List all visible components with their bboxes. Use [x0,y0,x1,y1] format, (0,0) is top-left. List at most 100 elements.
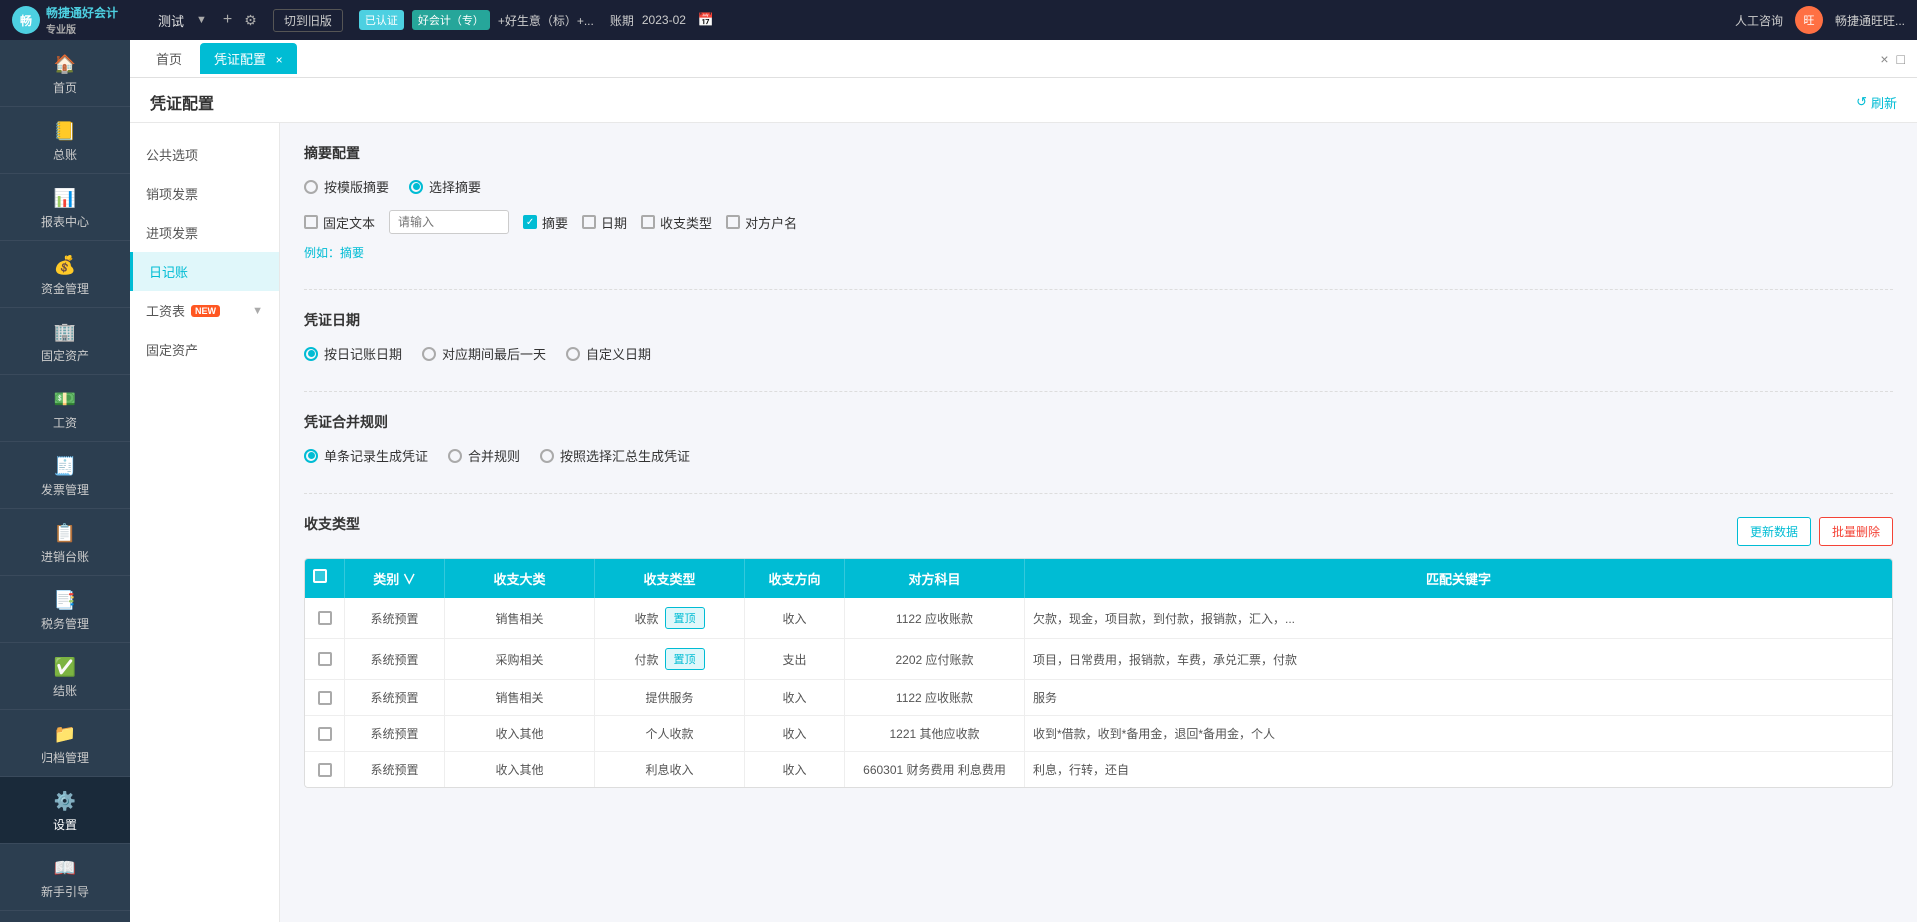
col-checkbox[interactable] [305,559,345,598]
cb-fixed-text[interactable]: 固定文本 [304,213,375,232]
row-3-checkbox[interactable] [318,691,332,705]
sidebar-label-ledger: 总账 [53,146,77,163]
cb-summary[interactable]: ✓ 摘要 [523,213,568,232]
expand-icon[interactable]: ▼ [252,305,263,317]
table-row: 系统预置 销售相关 收款 置顶 收入 1122 应收账款 欠款，现金，项目款，到… [305,598,1892,639]
fixed-text-input[interactable] [389,210,509,234]
calendar-icon[interactable]: 📅 [698,12,714,28]
sidebar-item-ledger[interactable]: 📒 总账 [0,107,130,174]
home-icon: 🏠 [54,54,76,75]
tab-home[interactable]: 首页 [142,43,196,74]
select-all-checkbox[interactable] [313,569,327,583]
radio-period-last[interactable]: 对应期间最后一天 [422,344,546,363]
batch-delete-btn[interactable]: 批量删除 [1819,517,1893,546]
top-tag-1[interactable]: 置顶 [665,607,705,629]
radio-custom-date-circle [566,347,580,361]
cell-checkbox-3[interactable] [305,680,345,715]
cb-summary-label: 摘要 [542,213,568,232]
cb-date-label: 日期 [601,213,627,232]
page-title: 凭证配置 [150,90,214,114]
sidebar-item-member[interactable]: 👑 畅会员 [0,911,130,922]
sidebar-item-salary[interactable]: 💵 工资 [0,375,130,442]
section-top-actions: 收支类型 更新数据 批量删除 [304,514,1893,548]
cell-sub-3: 提供服务 [595,680,745,715]
cell-account-4: 1221 其他应收款 [845,716,1025,751]
col-account: 对方科目 [845,559,1025,598]
row-4-checkbox[interactable] [318,727,332,741]
top-tag-2[interactable]: 置顶 [665,648,705,670]
example-value: 摘要 [340,246,364,260]
nav-item-sales-invoice[interactable]: 销项发票 [130,174,279,213]
user-avatar[interactable]: 旺 [1795,6,1823,34]
window-close-btn[interactable]: × [1880,51,1888,67]
tab-close-icon[interactable]: × [276,53,283,67]
nav-item-fixed-assets[interactable]: 固定资产 [130,330,279,369]
cb-fixed-text-label: 固定文本 [323,213,375,232]
cell-sub-1: 收款 置顶 [595,598,745,638]
radio-custom-date-label: 自定义日期 [586,344,651,363]
cell-checkbox-2[interactable] [305,639,345,679]
voucher-date-section: 凭证日期 按日记账日期 对应期间最后一天 [304,310,1893,363]
settings-icon[interactable]: ⚙ [244,12,257,29]
row-5-checkbox[interactable] [318,763,332,777]
cb-date[interactable]: 日期 [582,213,627,232]
add-icon[interactable]: + [223,11,232,29]
cell-dir-2: 支出 [745,639,845,679]
update-data-btn[interactable]: 更新数据 [1737,517,1811,546]
sidebar-item-trade[interactable]: 📋 进销台账 [0,509,130,576]
nav-item-public[interactable]: 公共选项 [130,135,279,174]
sidebar-item-assets[interactable]: 🏢 固定资产 [0,308,130,375]
sidebar-label-home: 首页 [53,79,77,96]
cell-keywords-1: 欠款，现金，项目款，到付款，报销款，汇入，... [1025,598,1892,638]
username: 畅捷通旺旺... [1835,12,1905,29]
cb-income-type[interactable]: 收支类型 [641,213,712,232]
cell-category-1: 系统预置 [345,598,445,638]
summary-config-title: 摘要配置 [304,143,1893,163]
funds-icon: 💰 [54,255,76,276]
sidebar-label-guide: 新手引导 [41,883,89,900]
sidebar-item-home[interactable]: 🏠 首页 [0,40,130,107]
refresh-btn[interactable]: ↺ 刷新 [1856,93,1897,112]
cell-checkbox-1[interactable] [305,598,345,638]
tab-controls: × □ [1880,51,1905,67]
switch-old-btn[interactable]: 切到旧版 [273,9,343,32]
radio-merge-rule[interactable]: 合并规则 [448,446,520,465]
divider-2 [304,391,1893,392]
window-max-btn[interactable]: □ [1897,51,1905,67]
income-expense-table: 类别 ∨ 收支大类 收支类型 收支方向 对方科目 匹配关键字 [304,558,1893,788]
income-expense-title: 收支类型 [304,514,360,534]
radio-single-record[interactable]: 单条记录生成凭证 [304,446,428,465]
radio-aggregate[interactable]: 按照选择汇总生成凭证 [540,446,690,465]
consult-label[interactable]: 人工咨询 [1735,12,1783,29]
radio-select-summary[interactable]: 选择摘要 [409,177,481,196]
radio-template-summary[interactable]: 按模版摘要 [304,177,389,196]
cell-keywords-4: 收到*借款，收到*备用金，退回*备用金，个人 [1025,716,1892,751]
sidebar-item-settings[interactable]: ⚙️ 设置 [0,777,130,844]
sidebar-item-archive[interactable]: 📁 归档管理 [0,710,130,777]
sidebar-item-reports[interactable]: 📊 报表中心 [0,174,130,241]
cell-checkbox-4[interactable] [305,716,345,751]
sidebar-item-guide[interactable]: 📖 新手引导 [0,844,130,911]
company-name: 测试 [158,11,184,30]
nav-item-journal[interactable]: 日记账 [130,252,279,291]
sidebar-label-assets: 固定资产 [41,347,89,364]
radio-journal-date[interactable]: 按日记账日期 [304,344,402,363]
row-2-checkbox[interactable] [318,652,332,666]
sidebar-item-close[interactable]: ✅ 结账 [0,643,130,710]
tab-voucher-config[interactable]: 凭证配置 × [200,43,297,74]
invoice-icon: 🧾 [54,456,76,477]
nav-item-payroll[interactable]: 工资表 NEW ▼ [130,291,279,330]
row-1-checkbox[interactable] [318,611,332,625]
nav-item-purchase-invoice[interactable]: 进项发票 [130,213,279,252]
cb-counterpart[interactable]: 对方户名 [726,213,797,232]
sidebar-item-tax[interactable]: 📑 税务管理 [0,576,130,643]
sidebar-item-invoice[interactable]: 🧾 发票管理 [0,442,130,509]
cb-date-box [582,215,596,229]
radio-custom-date[interactable]: 自定义日期 [566,344,651,363]
cell-checkbox-5[interactable] [305,752,345,787]
ledger-icon: 📒 [54,121,76,142]
guide-icon: 📖 [54,858,76,879]
cell-main-4: 收入其他 [445,716,595,751]
company-dropdown-icon[interactable]: ▼ [196,14,207,26]
sidebar-item-funds[interactable]: 💰 资金管理 [0,241,130,308]
